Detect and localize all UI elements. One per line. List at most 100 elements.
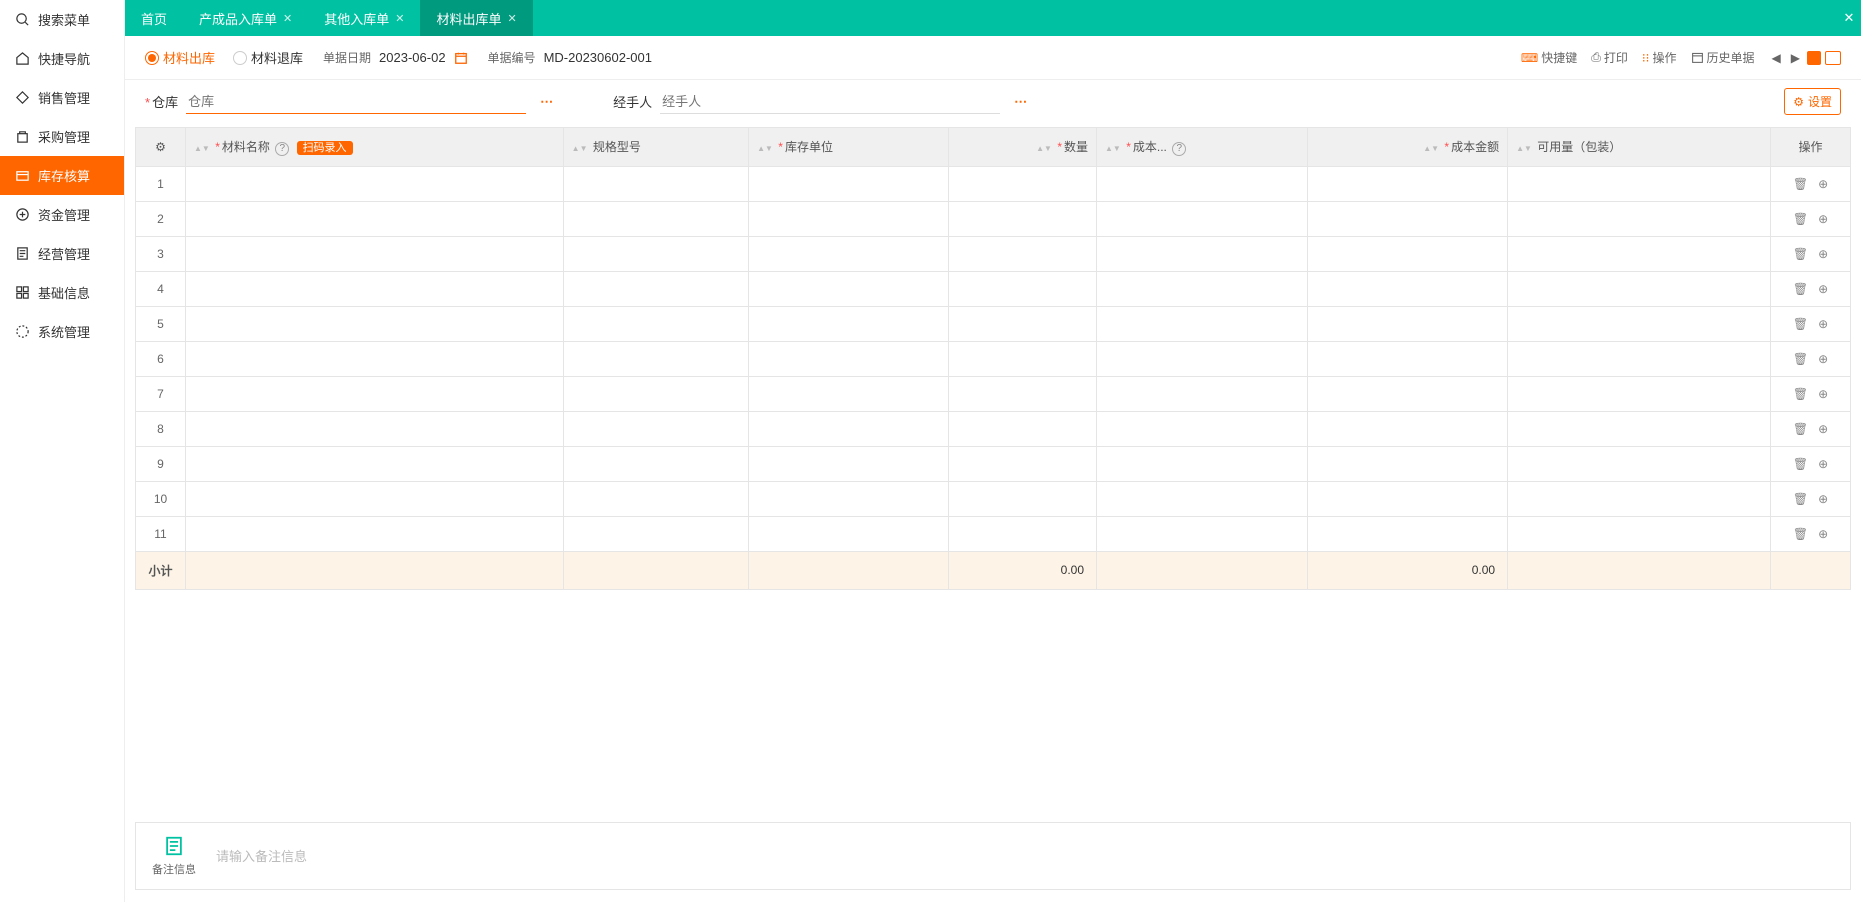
cell-cost-amount[interactable] <box>1308 271 1508 306</box>
cell-available[interactable] <box>1508 166 1771 201</box>
remarks-input[interactable] <box>216 849 1834 864</box>
cell-cost[interactable] <box>1097 271 1308 306</box>
cell-unit[interactable] <box>749 376 949 411</box>
add-row-icon[interactable]: ⊕ <box>1818 177 1828 191</box>
cell-cost-amount[interactable] <box>1308 201 1508 236</box>
cell-spec[interactable] <box>563 201 748 236</box>
cell-qty[interactable] <box>948 236 1096 271</box>
cell-available[interactable] <box>1508 516 1771 551</box>
help-icon[interactable]: ? <box>1172 142 1186 156</box>
th-material-name[interactable]: ▲▼ *材料名称 ? 扫码录入 <box>186 128 564 167</box>
cell-qty[interactable] <box>948 166 1096 201</box>
cell-cost-amount[interactable] <box>1308 446 1508 481</box>
sidebar-item-funds[interactable]: 资金管理 <box>0 195 124 234</box>
radio-material-out[interactable]: 材料出库 <box>145 48 215 67</box>
cell-unit[interactable] <box>749 271 949 306</box>
table-row[interactable]: 11🗑⊕ <box>136 516 1851 551</box>
cell-spec[interactable] <box>563 166 748 201</box>
cell-available[interactable] <box>1508 341 1771 376</box>
table-row[interactable]: 1🗑⊕ <box>136 166 1851 201</box>
cell-spec[interactable] <box>563 341 748 376</box>
cell-spec[interactable] <box>563 271 748 306</box>
table-row[interactable]: 8🗑⊕ <box>136 411 1851 446</box>
settings-button[interactable]: ⚙ 设置 <box>1784 88 1841 115</box>
add-row-icon[interactable]: ⊕ <box>1818 247 1828 261</box>
cell-qty[interactable] <box>948 516 1096 551</box>
cell-cost-amount[interactable] <box>1308 411 1508 446</box>
sidebar-item-inventory[interactable]: 库存核算 <box>0 156 124 195</box>
delete-icon[interactable]: 🗑 <box>1793 422 1808 436</box>
cell-available[interactable] <box>1508 481 1771 516</box>
cell-unit[interactable] <box>749 446 949 481</box>
delete-icon[interactable]: 🗑 <box>1793 492 1808 506</box>
cell-available[interactable] <box>1508 236 1771 271</box>
cell-unit[interactable] <box>749 306 949 341</box>
cell-cost[interactable] <box>1097 236 1308 271</box>
cell-material[interactable] <box>186 376 564 411</box>
tab-finished-in[interactable]: 产成品入库单 ✕ <box>183 0 308 36</box>
calendar-icon[interactable] <box>454 51 468 65</box>
delete-icon[interactable]: 🗑 <box>1793 247 1808 261</box>
th-available[interactable]: ▲▼ 可用量（包装） <box>1508 128 1771 167</box>
cell-material[interactable] <box>186 516 564 551</box>
delete-icon[interactable]: 🗑 <box>1793 317 1808 331</box>
operate-button[interactable]: ⁝⁝ 操作 <box>1642 49 1677 66</box>
add-row-icon[interactable]: ⊕ <box>1818 527 1828 541</box>
cell-spec[interactable] <box>563 376 748 411</box>
sort-icon[interactable]: ▲▼ <box>1036 146 1052 151</box>
cell-available[interactable] <box>1508 271 1771 306</box>
cell-available[interactable] <box>1508 376 1771 411</box>
th-qty[interactable]: ▲▼ *数量 <box>948 128 1096 167</box>
cell-qty[interactable] <box>948 201 1096 236</box>
cell-spec[interactable] <box>563 236 748 271</box>
delete-icon[interactable]: 🗑 <box>1793 527 1808 541</box>
tabbar-close-icon[interactable]: ✕ <box>1837 0 1861 36</box>
cell-cost[interactable] <box>1097 341 1308 376</box>
th-cost-amount[interactable]: ▲▼ *成本金额 <box>1308 128 1508 167</box>
nav-prev-icon[interactable]: ◀ <box>1769 51 1784 65</box>
cell-qty[interactable] <box>948 411 1096 446</box>
cell-cost-amount[interactable] <box>1308 166 1508 201</box>
table-row[interactable]: 7🗑⊕ <box>136 376 1851 411</box>
cell-spec[interactable] <box>563 306 748 341</box>
cell-cost[interactable] <box>1097 201 1308 236</box>
cell-qty[interactable] <box>948 446 1096 481</box>
delete-icon[interactable]: 🗑 <box>1793 212 1808 226</box>
sidebar-item-purchase[interactable]: 采购管理 <box>0 117 124 156</box>
cell-spec[interactable] <box>563 411 748 446</box>
sidebar-item-basic[interactable]: 基础信息 <box>0 273 124 312</box>
table-row[interactable]: 10🗑⊕ <box>136 481 1851 516</box>
sidebar-item-search[interactable]: 搜索菜单 <box>0 0 124 39</box>
cell-material[interactable] <box>186 236 564 271</box>
cell-material[interactable] <box>186 411 564 446</box>
cell-cost-amount[interactable] <box>1308 306 1508 341</box>
close-icon[interactable]: ✕ <box>508 12 517 25</box>
cell-spec[interactable] <box>563 481 748 516</box>
cell-qty[interactable] <box>948 376 1096 411</box>
cell-material[interactable] <box>186 166 564 201</box>
shortcut-button[interactable]: ⌨ 快捷键 <box>1521 49 1577 66</box>
sidebar-item-system[interactable]: 系统管理 <box>0 312 124 351</box>
cell-qty[interactable] <box>948 341 1096 376</box>
sort-icon[interactable]: ▲▼ <box>194 146 210 151</box>
cell-available[interactable] <box>1508 446 1771 481</box>
cell-spec[interactable] <box>563 446 748 481</box>
close-icon[interactable]: ✕ <box>283 12 292 25</box>
table-row[interactable]: 5🗑⊕ <box>136 306 1851 341</box>
sort-icon[interactable]: ▲▼ <box>572 146 588 151</box>
table-row[interactable]: 6🗑⊕ <box>136 341 1851 376</box>
cell-spec[interactable] <box>563 516 748 551</box>
cell-unit[interactable] <box>749 166 949 201</box>
sort-icon[interactable]: ▲▼ <box>1105 146 1121 151</box>
th-cost[interactable]: ▲▼ *成本... ? <box>1097 128 1308 167</box>
cell-available[interactable] <box>1508 201 1771 236</box>
cell-unit[interactable] <box>749 341 949 376</box>
cell-cost[interactable] <box>1097 376 1308 411</box>
cell-cost-amount[interactable] <box>1308 376 1508 411</box>
tab-other-in[interactable]: 其他入库单 ✕ <box>308 0 420 36</box>
help-icon[interactable]: ? <box>275 142 289 156</box>
th-unit[interactable]: ▲▼ *库存单位 <box>749 128 949 167</box>
cell-material[interactable] <box>186 306 564 341</box>
cell-cost[interactable] <box>1097 166 1308 201</box>
table-row[interactable]: 9🗑⊕ <box>136 446 1851 481</box>
